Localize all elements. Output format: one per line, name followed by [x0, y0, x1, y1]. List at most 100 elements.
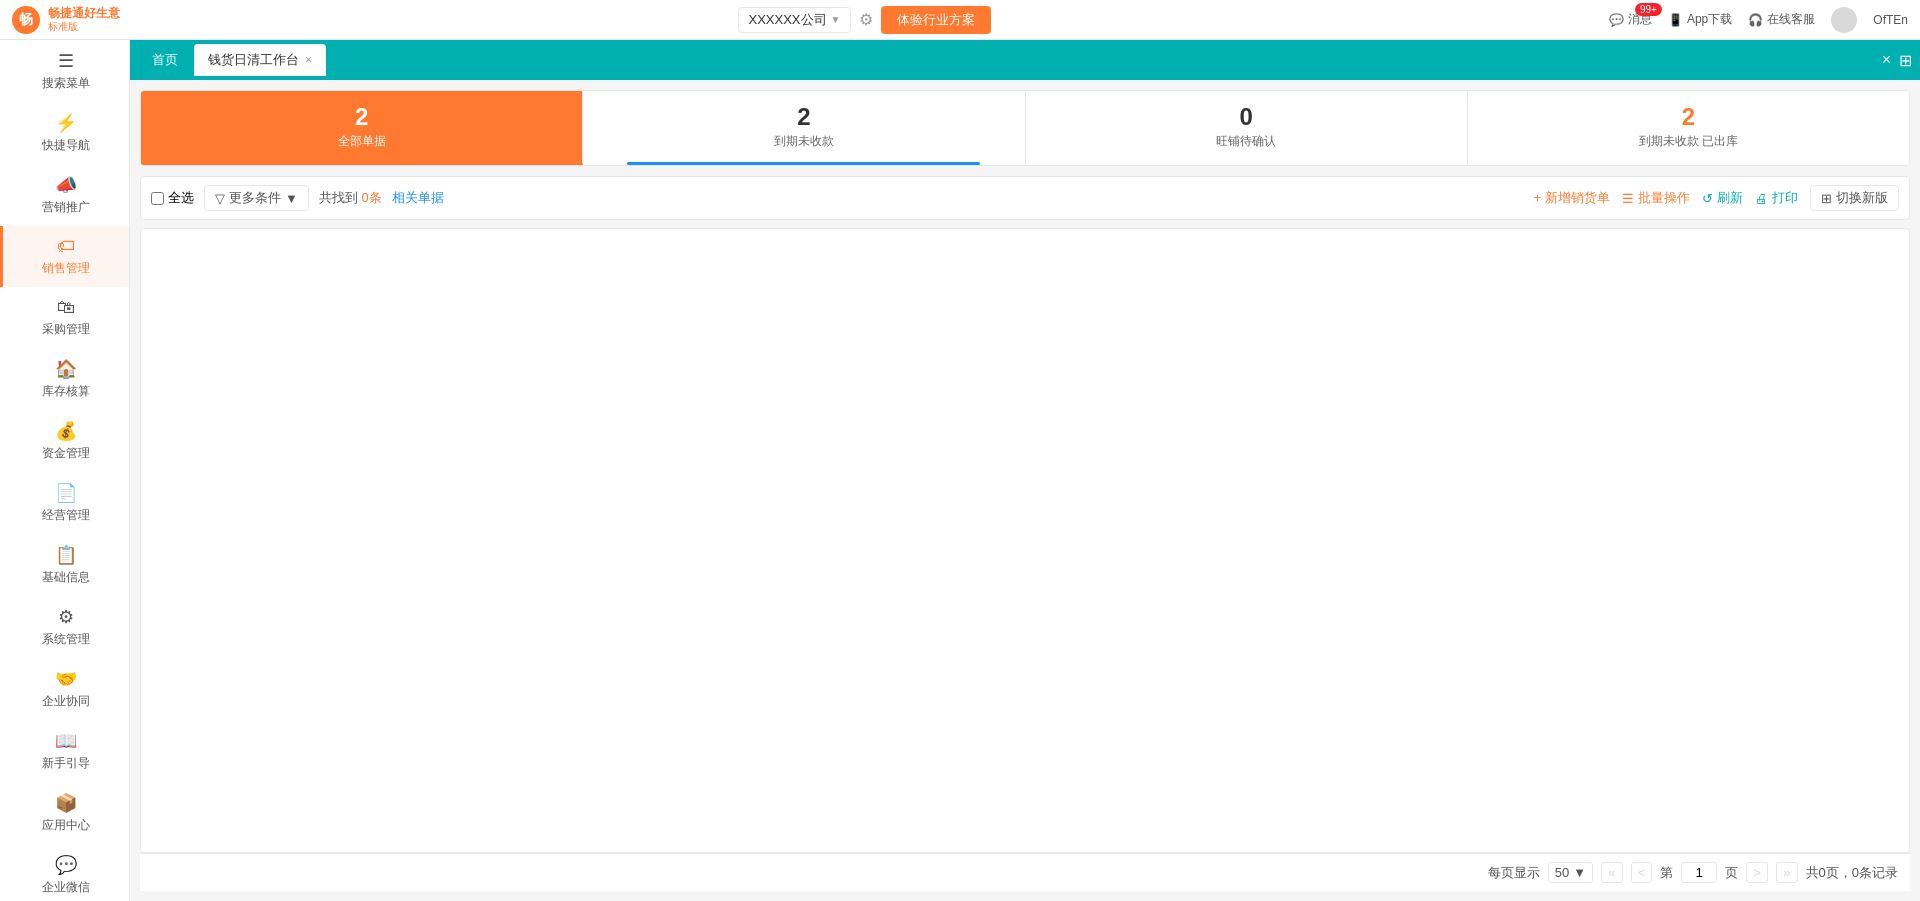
page-size-select[interactable]: 50 ▼ [1548, 862, 1593, 883]
sidebar-item-inventory[interactable]: 🏠 库存核算 [0, 348, 129, 410]
sidebar-label-search: 搜索菜单 [42, 75, 90, 92]
print-btn[interactable]: 🖨 打印 [1755, 189, 1798, 207]
refresh-label: 刷新 [1717, 189, 1743, 207]
add-btn[interactable]: + 新增销货单 [1534, 189, 1610, 207]
page-size-label: 每页显示 [1488, 864, 1540, 882]
sidebar-label-purchase: 采购管理 [42, 321, 90, 338]
first-page-btn[interactable]: « [1601, 862, 1622, 883]
refresh-btn[interactable]: ↺ 刷新 [1702, 189, 1743, 207]
prev-page-btn[interactable]: < [1631, 862, 1653, 883]
company-selector[interactable]: XXXXXX公司 ▼ [738, 7, 852, 33]
next-page-btn[interactable]: > [1746, 862, 1768, 883]
last-page-btn[interactable]: » [1776, 862, 1797, 883]
inventory-icon: 🏠 [55, 358, 77, 380]
total-text: 共0页，0条记录 [1806, 864, 1898, 882]
message-btn[interactable]: 💬 消息 99+ [1609, 11, 1652, 28]
guide-icon: 📖 [55, 730, 77, 752]
tab-active-label: 钱货日清工作台 [208, 51, 299, 69]
brand-name: 畅捷通好生意 [48, 6, 120, 20]
settings-icon[interactable]: ⚙ [859, 10, 873, 29]
sidebar: ☰ 搜索菜单 ⚡ 快捷导航 📣 营销推广 🏷 销售管理 🛍 采购管理 🏠 库存核… [0, 40, 130, 901]
app-center-icon: 📦 [55, 792, 77, 814]
company-name: XXXXXX公司 [749, 11, 827, 29]
card-all[interactable]: 2 全部单据 [141, 91, 583, 165]
select-all-checkbox[interactable] [151, 192, 164, 205]
operations-icon: 📄 [55, 482, 77, 504]
card-wangpu-value: 0 [1239, 103, 1252, 131]
app-download-btn[interactable]: 📱 App下载 [1668, 11, 1732, 28]
sidebar-item-guide[interactable]: 📖 新手引导 [0, 720, 129, 782]
avatar[interactable] [1831, 7, 1857, 33]
card-overdue-value: 2 [797, 103, 810, 131]
card-overdue[interactable]: 2 到期未收款 [583, 91, 1025, 165]
tab-home[interactable]: 首页 [138, 44, 192, 76]
card-overdue-shipped[interactable]: 2 到期未收款 已出库 [1468, 91, 1909, 165]
found-count: 0条 [362, 190, 382, 205]
content-area: 首页 钱货日清工作台 × × ⊞ 2 全部单据 2 到期未收款 [130, 40, 1920, 901]
card-wangpu[interactable]: 0 旺铺待确认 [1026, 91, 1468, 165]
sidebar-item-marketing[interactable]: 📣 营销推广 [0, 164, 129, 226]
found-text: 共找到 0条 [319, 189, 382, 207]
tab-home-label: 首页 [152, 51, 178, 69]
card-all-value: 2 [355, 103, 368, 131]
brand-text: 畅捷通好生意 标准版 [48, 6, 120, 32]
tabs-bar-right: × ⊞ [1882, 51, 1912, 70]
tab-close-icon[interactable]: × [305, 53, 312, 67]
tab-active[interactable]: 钱货日清工作台 × [194, 44, 326, 76]
sidebar-item-basic-info[interactable]: 📋 基础信息 [0, 534, 129, 596]
tabs-bar: 首页 钱货日清工作台 × × ⊞ [130, 40, 1920, 80]
page-size-arrow: ▼ [1573, 865, 1586, 880]
page-input[interactable] [1681, 862, 1717, 883]
card-overdue-shipped-value: 2 [1682, 103, 1695, 131]
page-label: 第 [1660, 864, 1673, 882]
batch-label: 批量操作 [1638, 189, 1690, 207]
pagination: 每页显示 50 ▼ « < 第 页 > » 共0页，0条记录 [140, 853, 1910, 891]
sidebar-item-operations[interactable]: 📄 经营管理 [0, 472, 129, 534]
sidebar-item-sales[interactable]: 🏷 销售管理 [0, 226, 129, 287]
summary-cards: 2 全部单据 2 到期未收款 0 旺铺待确认 2 到期未收款 已出库 [140, 90, 1910, 166]
topbar-left: 畅 畅捷通好生意 标准版 [12, 6, 120, 34]
batch-btn[interactable]: ☰ 批量操作 [1622, 189, 1690, 207]
sidebar-item-system[interactable]: ⚙ 系统管理 [0, 596, 129, 658]
sidebar-item-app-center[interactable]: 📦 应用中心 [0, 782, 129, 844]
print-icon: 🖨 [1755, 191, 1768, 206]
toolbar-right: + 新增销货单 ☰ 批量操作 ↺ 刷新 🖨 打印 ⊞ [1534, 185, 1899, 211]
toolbar-left: 全选 ▽ 更多条件 ▼ 共找到 0条 相关单据 [151, 185, 1524, 211]
brand-sub: 标准版 [48, 21, 120, 33]
switch-label: 切换新版 [1836, 189, 1888, 207]
chevron-down-icon: ▼ [831, 14, 841, 25]
sidebar-label-basic: 基础信息 [42, 569, 90, 586]
switch-icon: ⊞ [1821, 191, 1832, 206]
sidebar-item-wechat[interactable]: 💬 企业微信 [0, 844, 129, 901]
sidebar-item-cooperation[interactable]: 🤝 企业协同 [0, 658, 129, 720]
sidebar-label-quick: 快捷导航 [42, 137, 90, 154]
purchase-icon: 🛍 [57, 297, 75, 318]
sidebar-item-search-menu[interactable]: ☰ 搜索菜单 [0, 40, 129, 102]
marketing-icon: 📣 [55, 174, 77, 196]
app-icon: 📱 [1668, 13, 1683, 27]
page-end-label: 页 [1725, 864, 1738, 882]
sidebar-label-wechat: 企业微信 [42, 879, 90, 896]
filter-btn[interactable]: ▽ 更多条件 ▼ [204, 185, 309, 211]
sidebar-label-sales: 销售管理 [42, 260, 90, 277]
message-badge: 99+ [1635, 3, 1662, 16]
select-all-container: 全选 [151, 189, 194, 207]
switch-btn[interactable]: ⊞ 切换新版 [1810, 185, 1899, 211]
minimize-icon[interactable]: × [1882, 51, 1891, 70]
industry-btn[interactable]: 体验行业方案 [881, 6, 991, 34]
basic-info-icon: 📋 [55, 544, 77, 566]
related-btn[interactable]: 相关单据 [392, 189, 444, 207]
brand-logo: 畅 [12, 6, 40, 34]
sidebar-item-quick-nav[interactable]: ⚡ 快捷导航 [0, 102, 129, 164]
maximize-icon[interactable]: ⊞ [1899, 51, 1912, 70]
page-content: 2 全部单据 2 到期未收款 0 旺铺待确认 2 到期未收款 已出库 [130, 80, 1920, 901]
sidebar-item-finance[interactable]: 💰 资金管理 [0, 410, 129, 472]
online-service-btn[interactable]: 🎧 在线客服 [1748, 11, 1815, 28]
select-all-label: 全选 [168, 189, 194, 207]
service-icon: 🎧 [1748, 13, 1763, 27]
refresh-icon: ↺ [1702, 191, 1713, 206]
card-all-label: 全部单据 [338, 133, 386, 150]
sidebar-item-purchase[interactable]: 🛍 采购管理 [0, 287, 129, 348]
toolbar: 全选 ▽ 更多条件 ▼ 共找到 0条 相关单据 + 新增销货单 [140, 176, 1910, 220]
message-icon: 💬 [1609, 13, 1624, 27]
